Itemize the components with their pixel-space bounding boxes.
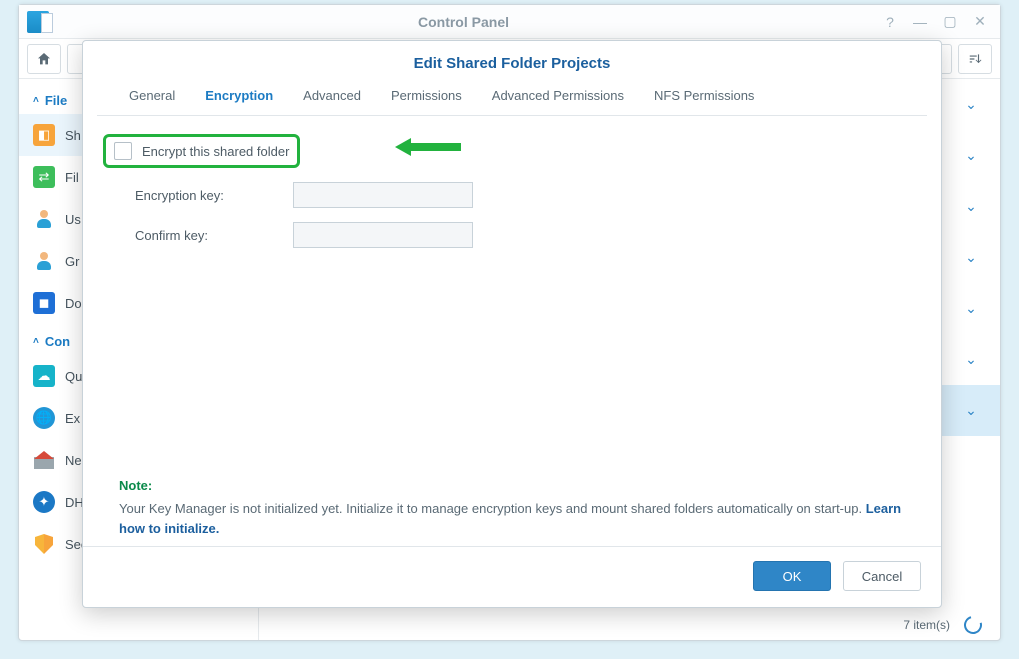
note-body: Your Key Manager is not initialized yet.… bbox=[119, 501, 862, 516]
tab-advanced-permissions[interactable]: Advanced Permissions bbox=[490, 84, 626, 107]
modal-backdrop: Edit Shared Folder Projects General Encr… bbox=[0, 0, 1019, 659]
tab-advanced[interactable]: Advanced bbox=[301, 84, 363, 107]
annotation-arrow bbox=[395, 138, 461, 156]
dialog-title: Edit Shared Folder Projects bbox=[83, 41, 941, 84]
dialog-body: Encrypt this shared folder Encryption ke… bbox=[83, 116, 941, 478]
encrypt-checkbox-label: Encrypt this shared folder bbox=[142, 144, 289, 159]
tab-encryption[interactable]: Encryption bbox=[203, 84, 275, 107]
edit-shared-folder-dialog: Edit Shared Folder Projects General Encr… bbox=[82, 40, 942, 608]
encryption-key-label: Encryption key: bbox=[135, 188, 275, 203]
dialog-tabs: General Encryption Advanced Permissions … bbox=[97, 84, 927, 116]
confirm-key-label: Confirm key: bbox=[135, 228, 275, 243]
confirm-key-row: Confirm key: bbox=[103, 222, 921, 248]
dialog-footer: OK Cancel bbox=[83, 546, 941, 607]
encryption-key-input[interactable] bbox=[293, 182, 473, 208]
confirm-key-input[interactable] bbox=[293, 222, 473, 248]
ok-button[interactable]: OK bbox=[753, 561, 831, 591]
note-heading: Note: bbox=[119, 478, 905, 493]
encryption-key-row: Encryption key: bbox=[103, 182, 921, 208]
note-text: Your Key Manager is not initialized yet.… bbox=[119, 499, 905, 538]
cancel-button[interactable]: Cancel bbox=[843, 561, 921, 591]
tab-nfs-permissions[interactable]: NFS Permissions bbox=[652, 84, 756, 107]
tab-permissions[interactable]: Permissions bbox=[389, 84, 464, 107]
note-block: Note: Your Key Manager is not initialize… bbox=[83, 478, 941, 546]
arrow-head-icon bbox=[395, 138, 411, 156]
tab-general[interactable]: General bbox=[127, 84, 177, 107]
arrow-shaft bbox=[411, 143, 461, 151]
encrypt-checkbox[interactable] bbox=[114, 142, 132, 160]
encrypt-checkbox-row: Encrypt this shared folder bbox=[103, 134, 300, 168]
